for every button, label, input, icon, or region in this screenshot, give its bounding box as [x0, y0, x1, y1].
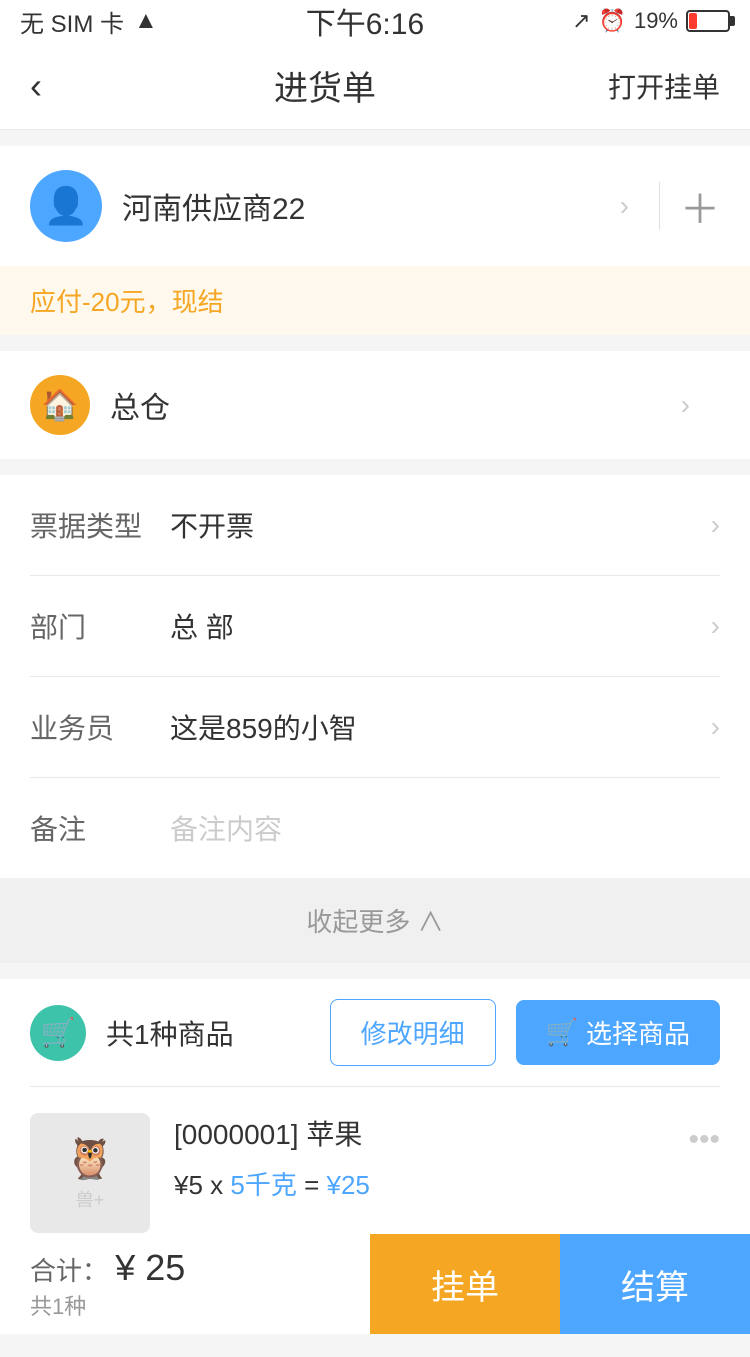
warehouse-icon: 🏠 — [41, 388, 78, 423]
divider-vertical — [659, 182, 660, 230]
carrier-text: 无 SIM 卡 — [20, 4, 124, 39]
form-section: 票据类型 不开票 › 部门 总 部 › 业务员 这是859的小智 › 备注 备注… — [0, 475, 750, 878]
footer-total: 合计： ¥ 25 共1种 — [0, 1247, 370, 1321]
notice-banner: 应付-20元，现结 — [0, 266, 750, 335]
checkout-button[interactable]: 结算 — [560, 1234, 750, 1334]
collapse-more-button[interactable]: 收起更多 ∧ — [0, 878, 750, 963]
status-bar: 无 SIM 卡 ▲ 下午6:16 ↗ ⏰ 19% — [0, 0, 750, 42]
product-info: [0000001] 苹果 ¥5 x 5千克 = ¥25 — [174, 1113, 688, 1202]
remark-label: 备注 — [30, 808, 150, 848]
footer-bar: 合计： ¥ 25 共1种 挂单 结算 — [0, 1234, 750, 1334]
warehouse-row[interactable]: 🏠 总仓 › — [0, 351, 750, 459]
invoice-row[interactable]: 票据类型 不开票 › — [0, 475, 750, 575]
price-unit: ¥5 — [174, 1170, 203, 1200]
wifi-icon: ▲ — [134, 7, 158, 35]
sales-row[interactable]: 业务员 这是859的小智 › — [0, 677, 750, 777]
open-hang-button[interactable]: 打开挂单 — [608, 66, 720, 106]
price-equals: = — [304, 1170, 326, 1200]
divider-block-3 — [0, 459, 750, 475]
chevron-right-icon-2: › — [681, 389, 690, 421]
battery-text: 19% — [634, 8, 678, 34]
product-price: ¥5 x 5千克 = ¥25 — [174, 1165, 688, 1202]
product-thumbnail: 🦉 兽+ — [30, 1113, 150, 1233]
page-title: 进货单 — [274, 61, 376, 110]
product-header: 🛒 共1种商品 修改明细 🛒 选择商品 — [0, 979, 750, 1086]
nav-bar: ‹ 进货单 打开挂单 — [0, 42, 750, 130]
more-options-button[interactable]: ••• — [688, 1123, 720, 1157]
invoice-value: 不开票 — [150, 505, 711, 545]
back-button[interactable]: ‹ — [30, 65, 42, 107]
product-section: 🛒 共1种商品 修改明细 🛒 选择商品 🦉 兽+ [0000001] 苹果 ¥5… — [0, 979, 750, 1257]
app-watermark: 兽+ — [76, 1186, 105, 1212]
location-icon: ↗ — [572, 8, 590, 34]
product-name: [0000001] 苹果 — [174, 1113, 688, 1153]
chevron-right-icon: › — [620, 190, 629, 222]
owl-icon: 🦉 — [65, 1135, 115, 1182]
add-supplier-button[interactable]: ＋ — [680, 177, 720, 235]
divider-block-1 — [0, 130, 750, 146]
status-left: 无 SIM 卡 ▲ — [20, 4, 158, 39]
user-icon: 👤 — [44, 185, 89, 227]
remark-input[interactable]: 备注内容 — [150, 808, 720, 848]
product-id: [0000001] — [174, 1119, 299, 1150]
chevron-right-icon-3: › — [711, 509, 720, 541]
warehouse-section: 🏠 总仓 › — [0, 351, 750, 459]
supplier-row[interactable]: 👤 河南供应商22 › ＋ — [0, 146, 750, 266]
select-product-icon: 🛒 — [546, 1017, 578, 1048]
modify-detail-button[interactable]: 修改明细 — [330, 999, 496, 1066]
remark-row[interactable]: 备注 备注内容 — [0, 778, 750, 878]
product-count-icon: 🛒 — [30, 1005, 86, 1061]
hang-button[interactable]: 挂单 — [370, 1234, 560, 1334]
select-product-label: 选择商品 — [586, 1014, 690, 1051]
dept-row[interactable]: 部门 总 部 › — [0, 576, 750, 676]
cart-icon: 🛒 — [41, 1016, 76, 1049]
warehouse-icon-wrap: 🏠 — [30, 375, 90, 435]
avatar: 👤 — [30, 170, 102, 242]
dept-label: 部门 — [30, 606, 150, 646]
chevron-right-icon-4: › — [711, 610, 720, 642]
total-amount: ¥ 25 — [115, 1247, 185, 1288]
select-product-button[interactable]: 🛒 选择商品 — [516, 1000, 720, 1065]
alarm-icon: ⏰ — [599, 8, 626, 34]
product-count-label: 共1种商品 — [106, 1013, 310, 1053]
divider-block-2 — [0, 335, 750, 351]
price-multiply: x — [210, 1170, 230, 1200]
supplier-section: 👤 河南供应商22 › ＋ 应付-20元，现结 — [0, 146, 750, 335]
battery-icon — [686, 10, 730, 32]
warehouse-name: 总仓 — [110, 383, 681, 427]
total-label: 合计： — [30, 1256, 108, 1286]
price-qty: 5千克 — [230, 1170, 296, 1200]
supplier-name: 河南供应商22 — [122, 184, 620, 228]
sales-label: 业务员 — [30, 707, 150, 747]
chevron-right-icon-5: › — [711, 711, 720, 743]
product-title: 苹果 — [306, 1119, 362, 1150]
footer-count: 共1种 — [30, 1289, 340, 1321]
dept-value: 总 部 — [150, 606, 711, 646]
collapse-label: 收起更多 ∧ — [306, 902, 443, 939]
invoice-label: 票据类型 — [30, 505, 150, 545]
product-item: 🦉 兽+ [0000001] 苹果 ¥5 x 5千克 = ¥25 ••• — [0, 1089, 750, 1257]
divider-line-4 — [30, 1086, 720, 1087]
status-right: ↗ ⏰ 19% — [572, 8, 730, 34]
divider-block-4 — [0, 963, 750, 979]
status-time: 下午6:16 — [306, 0, 424, 43]
sales-value: 这是859的小智 — [150, 707, 711, 747]
price-total: ¥25 — [327, 1170, 370, 1200]
